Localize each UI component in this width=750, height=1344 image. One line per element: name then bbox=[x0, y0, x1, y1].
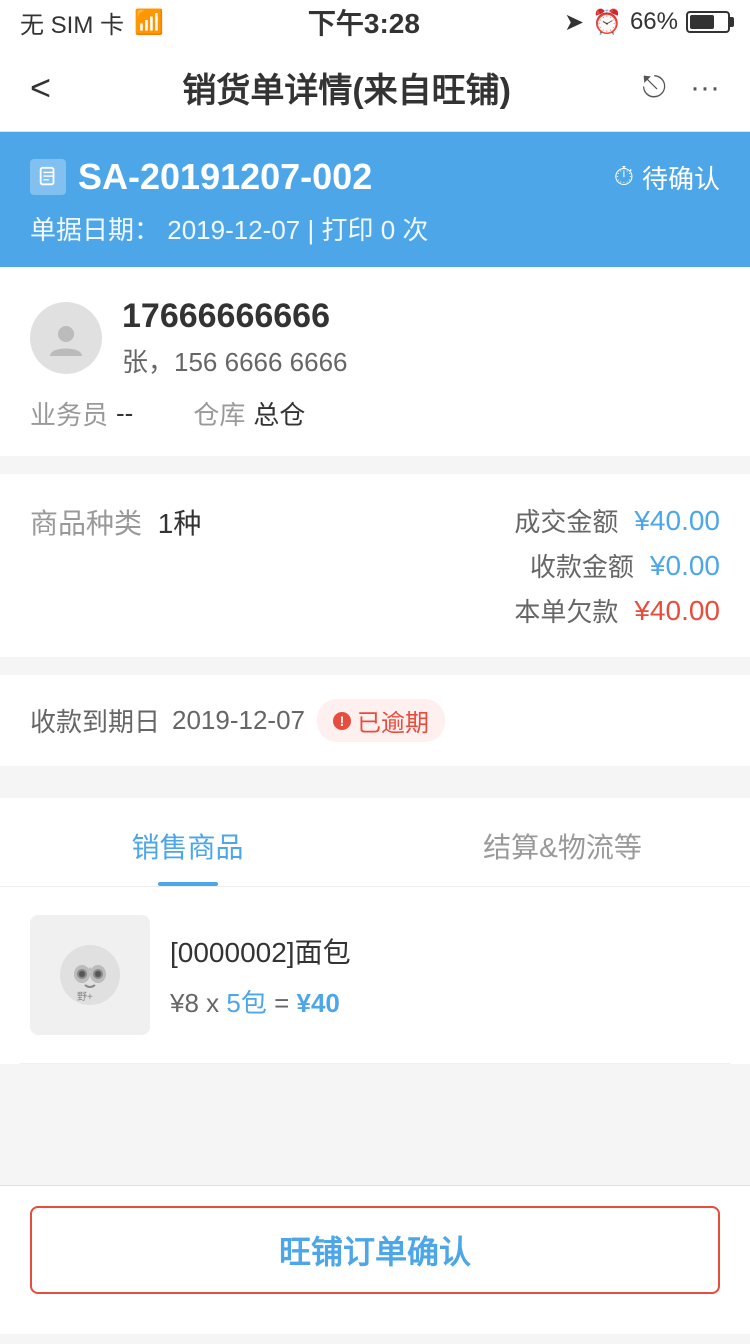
summary-row: 商品种类 1种 成交金额 ¥40.00 收款金额 ¥0.00 本单欠款 ¥40.… bbox=[30, 502, 720, 629]
back-button[interactable]: < bbox=[30, 67, 51, 109]
overdue-badge: ! 已逾期 bbox=[317, 699, 445, 742]
print-count: 0 bbox=[381, 215, 395, 245]
owed-value: ¥40.00 bbox=[634, 595, 720, 627]
status-left: 无 SIM 卡 📶 bbox=[20, 5, 164, 40]
location-icon: ➤ bbox=[564, 8, 584, 37]
amount-line: 成交金额 ¥40.00 bbox=[514, 502, 720, 539]
overdue-text: 已逾期 bbox=[357, 703, 429, 738]
unit-price: ¥8 bbox=[170, 988, 199, 1018]
due-date-card: 收款到期日 2019-12-07 ! 已逾期 bbox=[0, 675, 750, 766]
warehouse-meta: 仓库 总仓 bbox=[193, 395, 305, 432]
customer-name: 张，156 6666 6666 bbox=[122, 342, 720, 379]
due-date-label: 收款到期日 bbox=[30, 702, 160, 739]
category-value: 1种 bbox=[158, 508, 202, 539]
tab-products[interactable]: 销售商品 bbox=[0, 798, 375, 886]
table-row: 野+ [0000002]面包 ¥8 x 5包 = ¥40 bbox=[20, 887, 730, 1064]
more-icon[interactable]: ··· bbox=[690, 71, 720, 105]
nav-right-actions: ⎋ ··· bbox=[642, 71, 720, 105]
order-id-row: SA-20191207-002 ⏱ 待确认 bbox=[30, 156, 720, 198]
divider-1 bbox=[0, 458, 750, 474]
nav-bar: < 销货单详情(来自旺铺) ⎋ ··· bbox=[0, 44, 750, 132]
status-label: 待确认 bbox=[642, 159, 720, 196]
total-price: ¥40 bbox=[297, 988, 340, 1018]
sales-meta: 业务员 -- bbox=[30, 395, 133, 432]
customer-info: 17666666666 张，156 6666 6666 bbox=[122, 297, 720, 379]
order-date: 2019-12-07 bbox=[167, 215, 300, 245]
bottom-bar: 旺铺订单确认 bbox=[0, 1185, 750, 1334]
product-info: [0000002]面包 ¥8 x 5包 = ¥40 bbox=[170, 931, 720, 1020]
equals-symbol: = bbox=[274, 988, 296, 1018]
print-suffix: 次 bbox=[402, 215, 428, 245]
alarm-icon: ⏰ bbox=[592, 8, 622, 37]
print-label: | 打印 bbox=[307, 215, 373, 245]
customer-phone: 17666666666 bbox=[122, 297, 720, 336]
product-image: 野+ bbox=[30, 915, 150, 1035]
confirm-button[interactable]: 旺铺订单确认 bbox=[30, 1206, 720, 1294]
order-id: SA-20191207-002 bbox=[30, 156, 372, 198]
date-label: 单据日期： bbox=[30, 215, 160, 245]
due-date-value: 2019-12-07 bbox=[172, 705, 305, 736]
sales-value: -- bbox=[116, 398, 133, 429]
divider-2 bbox=[0, 657, 750, 673]
received-value: ¥0.00 bbox=[650, 550, 720, 582]
owed-label: 本单欠款 bbox=[514, 592, 618, 629]
multiply-symbol: x bbox=[206, 988, 226, 1018]
product-list: 野+ [0000002]面包 ¥8 x 5包 = ¥40 bbox=[0, 887, 750, 1064]
amount-value: ¥40.00 bbox=[634, 505, 720, 537]
share-icon[interactable]: ⎋ bbox=[642, 71, 666, 105]
received-line: 收款金额 ¥0.00 bbox=[514, 547, 720, 584]
amount-label: 成交金额 bbox=[514, 502, 618, 539]
tabs-container: 销售商品 结算&物流等 bbox=[0, 798, 750, 887]
customer-card: 17666666666 张，156 6666 6666 业务员 -- 仓库 总仓 bbox=[0, 267, 750, 456]
page-title: 销货单详情(来自旺铺) bbox=[182, 63, 511, 112]
status-right: ➤ ⏰ 66% bbox=[564, 8, 730, 37]
customer-meta: 业务员 -- 仓库 总仓 bbox=[30, 395, 720, 432]
battery-icon bbox=[686, 11, 730, 33]
sales-label: 业务员 bbox=[30, 395, 108, 432]
order-document-icon bbox=[30, 159, 66, 195]
overdue-icon: ! bbox=[333, 712, 351, 730]
order-date-row: 单据日期： 2019-12-07 | 打印 0 次 bbox=[30, 210, 720, 247]
order-status: ⏱ 待确认 bbox=[614, 159, 720, 196]
received-label: 收款金额 bbox=[530, 547, 634, 584]
owed-line: 本单欠款 ¥40.00 bbox=[514, 592, 720, 629]
wifi-icon: 📶 bbox=[134, 8, 164, 37]
summary-left: 商品种类 1种 bbox=[30, 502, 201, 542]
customer-row: 17666666666 张，156 6666 6666 bbox=[30, 297, 720, 379]
product-name: [0000002]面包 bbox=[170, 931, 720, 971]
order-header: SA-20191207-002 ⏱ 待确认 单据日期： 2019-12-07 |… bbox=[0, 132, 750, 267]
category-label: 商品种类 bbox=[30, 508, 142, 539]
warehouse-label: 仓库 bbox=[193, 395, 245, 432]
svg-text:野+: 野+ bbox=[77, 991, 93, 1003]
summary-right: 成交金额 ¥40.00 收款金额 ¥0.00 本单欠款 ¥40.00 bbox=[514, 502, 720, 629]
divider-3 bbox=[0, 766, 750, 782]
clock-icon: ⏱ bbox=[614, 161, 634, 193]
avatar bbox=[30, 302, 102, 374]
carrier-label: 无 SIM 卡 bbox=[20, 5, 124, 40]
quantity: 5包 bbox=[226, 988, 266, 1018]
battery-percent: 66% bbox=[630, 8, 678, 36]
tab-settlement[interactable]: 结算&物流等 bbox=[375, 798, 750, 886]
status-time: 下午3:28 bbox=[308, 2, 420, 42]
status-bar: 无 SIM 卡 📶 下午3:28 ➤ ⏰ 66% bbox=[0, 0, 750, 44]
product-price: ¥8 x 5包 = ¥40 bbox=[170, 983, 720, 1020]
summary-card: 商品种类 1种 成交金额 ¥40.00 收款金额 ¥0.00 本单欠款 ¥40.… bbox=[0, 474, 750, 657]
warehouse-value: 总仓 bbox=[253, 395, 305, 432]
